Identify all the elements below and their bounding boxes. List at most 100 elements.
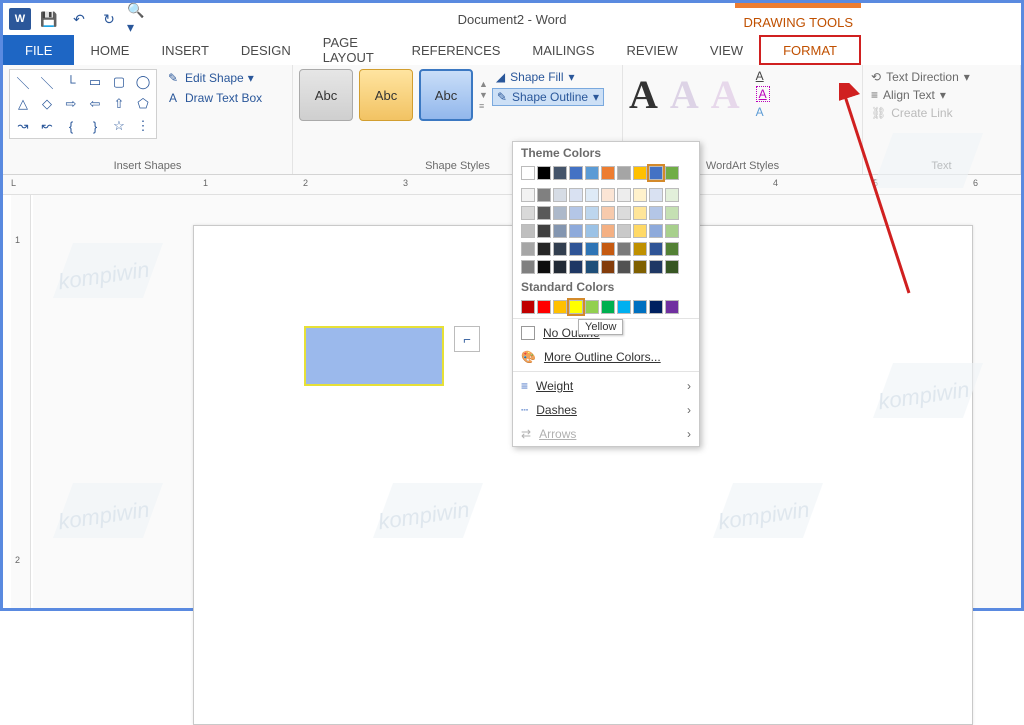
color-swatch[interactable]: [521, 188, 535, 202]
color-swatch[interactable]: [585, 260, 599, 274]
shape-line2-icon[interactable]: ＼: [36, 72, 58, 92]
shape-line-icon[interactable]: ＼: [12, 72, 34, 92]
color-swatch[interactable]: [617, 166, 631, 180]
color-swatch[interactable]: [537, 166, 551, 180]
color-swatch[interactable]: [521, 242, 535, 256]
color-swatch[interactable]: [601, 166, 615, 180]
shapes-more-icon[interactable]: ⋮: [132, 116, 154, 136]
layout-options-button[interactable]: ⌐: [454, 326, 480, 352]
wordart-gallery[interactable]: A A A A A A: [629, 69, 856, 119]
color-swatch[interactable]: [553, 224, 567, 238]
color-swatch[interactable]: [665, 166, 679, 180]
dashes-item[interactable]: ┄Dashes: [513, 398, 699, 422]
color-swatch[interactable]: [569, 166, 583, 180]
color-swatch[interactable]: [569, 206, 583, 220]
color-swatch[interactable]: [553, 300, 567, 314]
color-swatch[interactable]: [665, 260, 679, 274]
tab-mailings[interactable]: MAILINGS: [516, 35, 610, 65]
color-swatch[interactable]: [537, 300, 551, 314]
color-swatch[interactable]: [601, 224, 615, 238]
color-swatch[interactable]: [553, 206, 567, 220]
redo-button[interactable]: ↻: [97, 7, 121, 31]
style-preview-2[interactable]: Abc: [359, 69, 413, 121]
draw-text-box-button[interactable]: ADraw Text Box: [161, 89, 266, 107]
wordart-preview-3[interactable]: A: [711, 71, 740, 118]
gallery-more-icon[interactable]: ≡: [479, 101, 488, 111]
color-swatch[interactable]: [617, 242, 631, 256]
color-swatch[interactable]: [585, 166, 599, 180]
vertical-ruler[interactable]: 1 2: [11, 195, 31, 608]
shape-pentagon-icon[interactable]: ⬠: [132, 94, 154, 114]
tab-view[interactable]: VIEW: [694, 35, 759, 65]
shape-style-gallery[interactable]: Abc Abc Abc ▲ ▼ ≡: [299, 69, 488, 121]
color-swatch[interactable]: [553, 242, 567, 256]
shape-connector-icon[interactable]: └: [60, 72, 82, 92]
color-swatch[interactable]: [585, 224, 599, 238]
color-swatch[interactable]: [537, 242, 551, 256]
color-swatch[interactable]: [633, 300, 647, 314]
shape-outline-button[interactable]: ✎Shape Outline ▾: [492, 88, 604, 106]
shape-arrow-l-icon[interactable]: ⇦: [84, 94, 106, 114]
tab-home[interactable]: HOME: [74, 35, 145, 65]
shape-arrow-r-icon[interactable]: ⇨: [60, 94, 82, 114]
color-swatch[interactable]: [569, 242, 583, 256]
color-swatch[interactable]: [521, 300, 535, 314]
shape-roundrect-icon[interactable]: ▢: [108, 72, 130, 92]
color-swatch[interactable]: [553, 260, 567, 274]
color-swatch[interactable]: [585, 188, 599, 202]
shape-ellipse-icon[interactable]: ◯: [132, 72, 154, 92]
color-swatch[interactable]: [537, 260, 551, 274]
color-swatch[interactable]: [553, 166, 567, 180]
text-direction-button[interactable]: ⟲Text Direction ▾: [869, 69, 1014, 85]
color-swatch[interactable]: [569, 300, 583, 314]
color-swatch[interactable]: [585, 242, 599, 256]
shape-triangle-icon[interactable]: △: [12, 94, 34, 114]
color-swatch[interactable]: [553, 188, 567, 202]
shape-rect-icon[interactable]: ▭: [84, 72, 106, 92]
color-swatch[interactable]: [665, 224, 679, 238]
color-swatch[interactable]: [665, 300, 679, 314]
color-swatch[interactable]: [649, 206, 663, 220]
color-swatch[interactable]: [665, 242, 679, 256]
color-swatch[interactable]: [601, 260, 615, 274]
wordart-preview-2[interactable]: A: [670, 71, 699, 118]
shape-curve2-icon[interactable]: ↜: [36, 116, 58, 136]
text-fill-icon[interactable]: A: [756, 69, 770, 83]
color-swatch[interactable]: [537, 206, 551, 220]
shapes-gallery[interactable]: ＼ ＼ └ ▭ ▢ ◯ △ ◇ ⇨ ⇦ ⇧ ⬠ ↝ ↜ { } ☆ ⋮: [9, 69, 157, 139]
color-swatch[interactable]: [601, 188, 615, 202]
align-text-button[interactable]: ≡Align Text ▾: [869, 87, 1014, 103]
color-swatch[interactable]: [649, 300, 663, 314]
shape-brace-r-icon[interactable]: }: [84, 116, 106, 136]
gallery-up-icon[interactable]: ▲: [479, 79, 488, 89]
tab-file[interactable]: FILE: [3, 35, 74, 65]
color-swatch[interactable]: [665, 188, 679, 202]
color-swatch[interactable]: [601, 206, 615, 220]
weight-item[interactable]: ≡Weight: [513, 374, 699, 398]
tab-references[interactable]: REFERENCES: [396, 35, 517, 65]
more-colors-item[interactable]: 🎨More Outline Colors...: [513, 345, 699, 369]
color-swatch[interactable]: [649, 242, 663, 256]
color-swatch[interactable]: [633, 188, 647, 202]
style-preview-3[interactable]: Abc: [419, 69, 473, 121]
create-link-button[interactable]: ⛓Create Link: [869, 105, 1014, 121]
color-swatch[interactable]: [569, 260, 583, 274]
color-swatch[interactable]: [521, 224, 535, 238]
color-swatch[interactable]: [649, 260, 663, 274]
color-swatch[interactable]: [665, 206, 679, 220]
gallery-down-icon[interactable]: ▼: [479, 90, 488, 100]
shape-diamond-icon[interactable]: ◇: [36, 94, 58, 114]
color-swatch[interactable]: [633, 224, 647, 238]
shape-brace-l-icon[interactable]: {: [60, 116, 82, 136]
color-swatch[interactable]: [649, 224, 663, 238]
color-swatch[interactable]: [569, 188, 583, 202]
color-swatch[interactable]: [633, 206, 647, 220]
color-swatch[interactable]: [617, 260, 631, 274]
touch-mode-button[interactable]: 🔍▾: [127, 7, 151, 31]
color-swatch[interactable]: [521, 206, 535, 220]
shape-curve-icon[interactable]: ↝: [12, 116, 34, 136]
shape-arrow-u-icon[interactable]: ⇧: [108, 94, 130, 114]
edit-shape-button[interactable]: ✎Edit Shape ▾: [161, 69, 266, 87]
color-swatch[interactable]: [617, 206, 631, 220]
color-swatch[interactable]: [617, 224, 631, 238]
